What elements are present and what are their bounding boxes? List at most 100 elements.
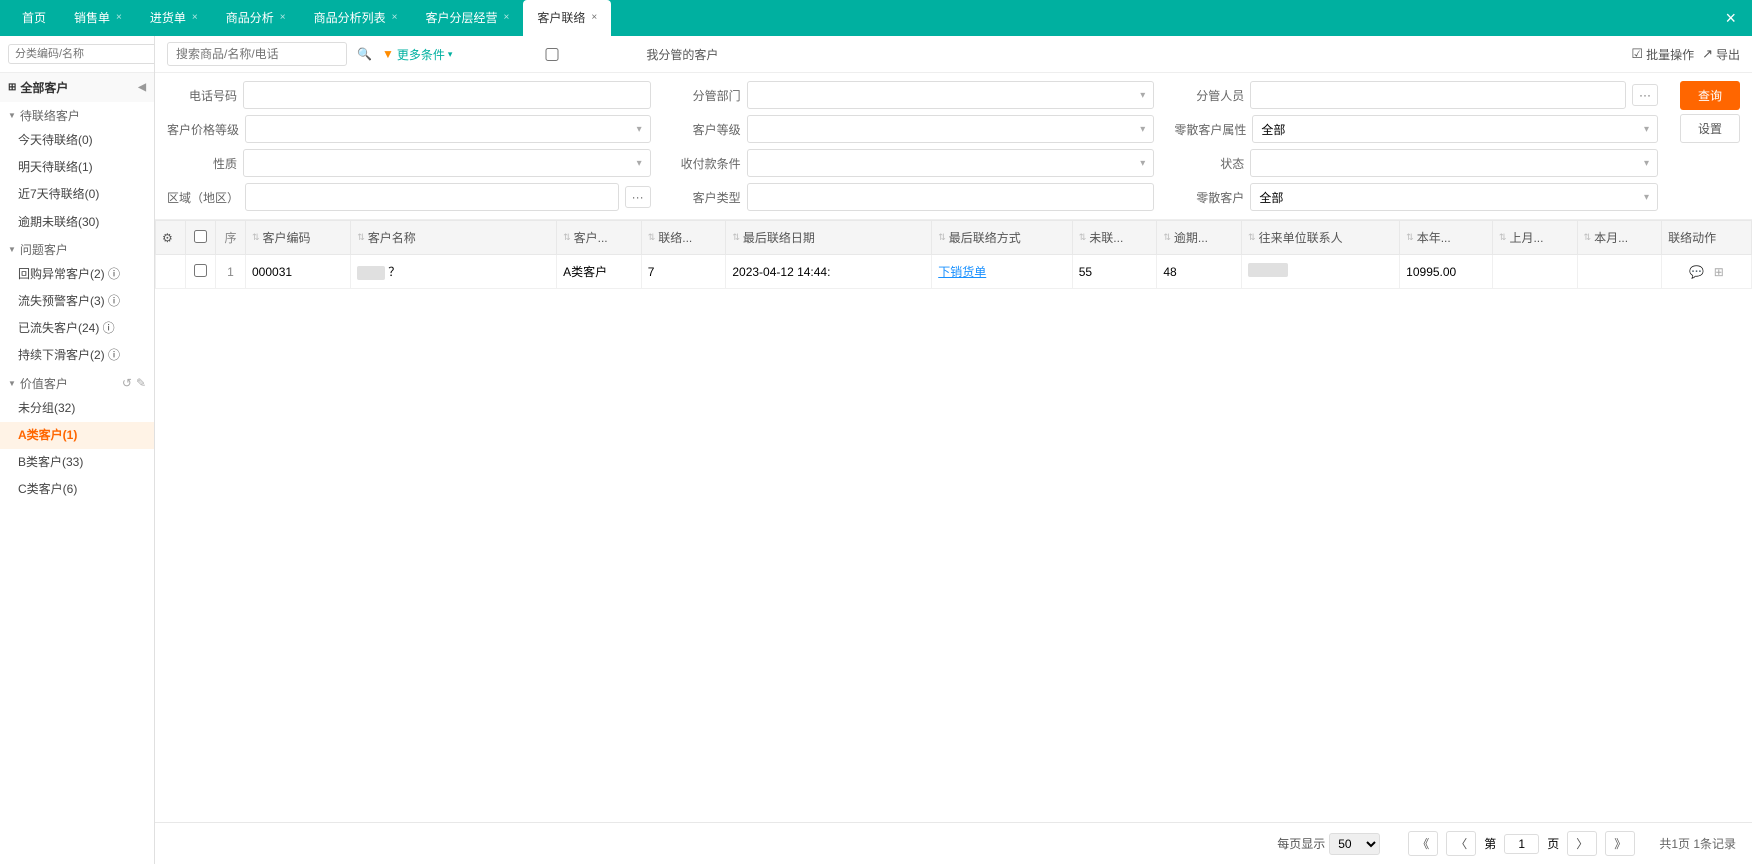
filter-nature: 性质 ▾	[167, 149, 651, 177]
sidebar-item-class-c[interactable]: C类客户(6)	[0, 476, 154, 503]
col-type[interactable]: ⇅客户...	[557, 221, 642, 255]
problem-triangle: ▼	[8, 245, 16, 254]
sidebar-item-7days[interactable]: 近7天待联络(0)	[0, 181, 154, 208]
row-checkbox[interactable]	[194, 264, 207, 277]
batch-op-button[interactable]: ☑ 批量操作	[1631, 46, 1694, 63]
gear-icon[interactable]: ⚙	[162, 231, 173, 245]
funnel-icon: ▼	[382, 47, 394, 61]
nav-purchase[interactable]: 进货单 ×	[136, 0, 212, 36]
nav-product-list[interactable]: 商品分析列表 ×	[300, 0, 412, 36]
col-last-month[interactable]: ⇅上月...	[1492, 221, 1577, 255]
sidebar-item-churn-warning[interactable]: 流失预警客户(3) ⓘ	[0, 288, 154, 315]
filter-payment-select[interactable]: ▾	[747, 149, 1155, 177]
first-page-button[interactable]: 《	[1408, 831, 1438, 856]
sidebar-item-class-b[interactable]: B类客户(33)	[0, 449, 154, 476]
sidebar-all-customers[interactable]: ⊞ 全部客户 ◀	[0, 73, 154, 102]
sidebar-group-pending[interactable]: ▼ 待联络客户	[0, 102, 154, 127]
pagination-bar: 每页显示 50 100 200 《 〈 第 页 〉 》 共1页 1条记录	[155, 822, 1752, 864]
my-customers-filter[interactable]: 我分管的客户	[462, 46, 718, 63]
filter-customer-type-input[interactable]	[747, 183, 1155, 211]
row-last-date-cell: 2023-04-12 14:44:	[726, 255, 932, 289]
close-all-button[interactable]: ×	[1717, 8, 1744, 29]
sidebar-item-churned[interactable]: 已流失客户(24) ⓘ	[0, 315, 154, 342]
col-last-method[interactable]: ⇅最后联络方式	[932, 221, 1073, 255]
sidebar-item-overdue[interactable]: 逾期未联络(30)	[0, 209, 154, 236]
col-this-year[interactable]: ⇅本年...	[1400, 221, 1493, 255]
nav-sales[interactable]: 销售单 ×	[60, 0, 136, 36]
filter-manager-input[interactable]	[1250, 81, 1626, 109]
top-nav: 首页 销售单 × 进货单 × 商品分析 × 商品分析列表 × 客户分层经营 × …	[0, 0, 1752, 36]
filter-price-tier-select[interactable]: ▾	[245, 115, 651, 143]
nav-home[interactable]: 首页	[8, 0, 60, 36]
sidebar-search-input[interactable]	[8, 44, 155, 64]
refresh-icon[interactable]: ↺	[122, 376, 132, 390]
sidebar-item-class-a[interactable]: A类客户(1)	[0, 422, 154, 449]
per-page-select[interactable]: 50 100 200	[1329, 833, 1380, 855]
filter-status-select[interactable]: ▾	[1250, 149, 1658, 177]
col-not-contacted[interactable]: ⇅未联...	[1072, 221, 1157, 255]
last-method-link[interactable]: 下销货单	[938, 265, 986, 279]
sidebar-item-today[interactable]: 今天待联络(0)	[0, 127, 154, 154]
sidebar-item-declining[interactable]: 持续下滑客户(2) ⓘ	[0, 342, 154, 369]
filter-nature-select[interactable]: ▾	[243, 149, 651, 177]
nav-product-analysis[interactable]: 商品分析 ×	[212, 0, 300, 36]
page-input[interactable]	[1504, 834, 1539, 854]
filter-manager-dots[interactable]: ···	[1632, 84, 1658, 106]
filter-price-chevron: ▾	[637, 124, 642, 135]
table-settings-col[interactable]: ⚙	[156, 221, 186, 255]
col-this-month[interactable]: ⇅本月...	[1577, 221, 1662, 255]
nav-customer-tier[interactable]: 客户分层经营 ×	[411, 0, 523, 36]
filter-customer-type-label: 客户类型	[671, 189, 741, 206]
filter-retail-attr-select[interactable]: 全部 ▾	[1252, 115, 1658, 143]
nav-customer-contact-close[interactable]: ×	[591, 0, 597, 36]
filter-customer-tier-select[interactable]: ▾	[747, 115, 1155, 143]
search-input[interactable]	[167, 42, 347, 66]
export-button[interactable]: ↗ 导出	[1702, 46, 1740, 63]
col-last-date[interactable]: ⇅最后联络日期	[726, 221, 932, 255]
edit-icon[interactable]: ✎	[136, 376, 146, 390]
filter-retail-select[interactable]: 全部 ▾	[1250, 183, 1658, 211]
col-overdue[interactable]: ⇅逾期...	[1157, 221, 1242, 255]
filter-dept-select[interactable]: ▾	[747, 81, 1155, 109]
sidebar-item-unclassified[interactable]: 未分组(32)	[0, 395, 154, 422]
table-checkbox-col[interactable]	[186, 221, 216, 255]
filter-phone-input[interactable]	[243, 81, 651, 109]
nav-product-list-close[interactable]: ×	[392, 0, 398, 36]
filter-region-input[interactable]	[245, 183, 619, 211]
nav-sales-close[interactable]: ×	[116, 0, 122, 36]
col-code[interactable]: ⇅客户编码	[246, 221, 351, 255]
filter-search-icon[interactable]: 🔍	[357, 47, 372, 61]
nav-customer-tier-close[interactable]: ×	[503, 0, 509, 36]
prev-page-button[interactable]: 〈	[1446, 831, 1476, 856]
query-button[interactable]: 查询	[1680, 81, 1740, 110]
row-checkbox-cell[interactable]	[186, 255, 216, 289]
col-contact-count[interactable]: ⇅联络...	[641, 221, 726, 255]
row-actions-cell: 💬 ⊞	[1662, 255, 1752, 289]
setting-button[interactable]: 设置	[1680, 114, 1740, 143]
filter-region-dots[interactable]: ···	[625, 186, 651, 208]
nav-purchase-close[interactable]: ×	[192, 0, 198, 36]
filter-retail: 零散客户 全部 ▾	[1174, 183, 1658, 211]
nav-product-analysis-close[interactable]: ×	[280, 0, 286, 36]
action-chat-icon[interactable]: 💬	[1689, 265, 1704, 279]
nav-customer-contact[interactable]: 客户联络 ×	[523, 0, 611, 36]
my-customers-checkbox[interactable]	[462, 48, 642, 61]
select-all-checkbox[interactable]	[194, 230, 207, 243]
last-page-button[interactable]: 》	[1605, 831, 1635, 856]
filter-nature-label: 性质	[167, 155, 237, 172]
sidebar-item-tomorrow[interactable]: 明天待联络(1)	[0, 154, 154, 181]
sidebar-group-problem[interactable]: ▼ 问题客户	[0, 236, 154, 261]
col-name[interactable]: ⇅客户名称	[351, 221, 557, 255]
sidebar-group-value[interactable]: ▼ 价值客户 ↺ ✎	[0, 370, 154, 395]
col-contact-person[interactable]: ⇅往来单位联系人	[1242, 221, 1400, 255]
sidebar-collapse-btn[interactable]: ◀	[138, 82, 146, 93]
filter-status: 状态 ▾	[1174, 149, 1658, 177]
more-filters-button[interactable]: ▼ 更多条件 ▾	[382, 46, 452, 63]
next-page-button[interactable]: 〉	[1567, 831, 1597, 856]
page-label-text: 第	[1484, 835, 1496, 852]
row-last-method-cell: 下销货单	[932, 255, 1073, 289]
filter-customer-tier: 客户等级 ▾	[671, 115, 1155, 143]
batch-op-label: 批量操作	[1646, 46, 1694, 63]
action-more-icon[interactable]: ⊞	[1714, 265, 1724, 279]
sidebar-item-repurchase-abnormal[interactable]: 回购异常客户(2) ⓘ	[0, 261, 154, 288]
